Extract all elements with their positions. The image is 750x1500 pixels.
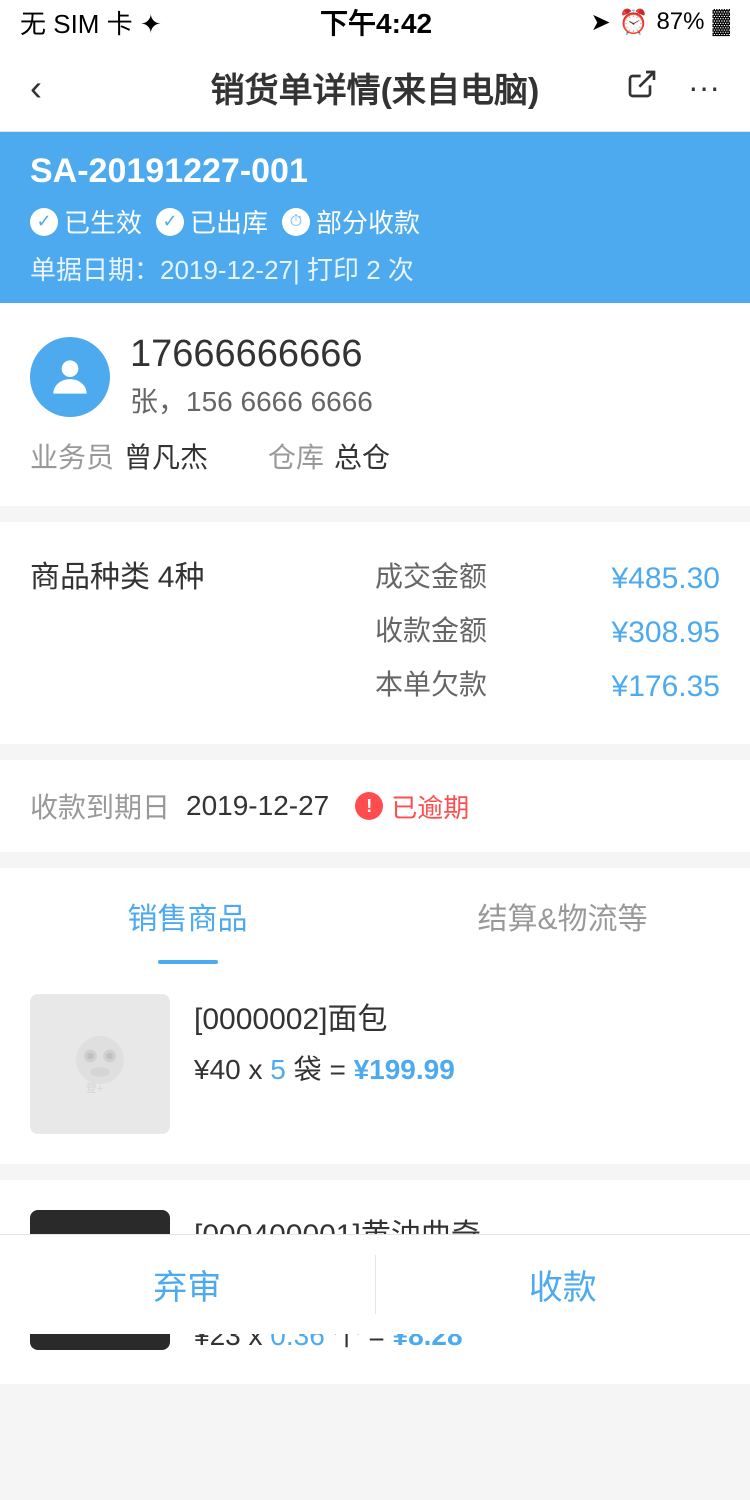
due-section: 收款到期日 2019-12-27 ! 已逾期 (0, 760, 750, 852)
product-qty-1: 5 (270, 1054, 286, 1085)
salesman-item: 业务员 曾凡杰 (30, 436, 208, 476)
header-bar: SA-20191227-001 ✓ 已生效 ✓ 已出库 ⏱ 部分收款 单据日期：… (0, 132, 750, 303)
salesman-label: 业务员 (30, 436, 114, 476)
header-badges: ✓ 已生效 ✓ 已出库 ⏱ 部分收款 (30, 203, 720, 240)
badge-partial-payment: ⏱ 部分收款 (282, 203, 420, 240)
product-unit-price-1: ¥40 (194, 1054, 241, 1085)
header-date: 单据日期：2019-12-27| 打印 2 次 (30, 250, 720, 287)
overdue-icon: ! (355, 792, 383, 820)
customer-row: 17666666666 张，156 6666 6666 (30, 333, 720, 420)
received-item: 收款金额 ¥308.95 (375, 606, 720, 660)
cancel-button[interactable]: 弃审 (0, 1235, 375, 1334)
badge-delivered: ✓ 已出库 (156, 203, 268, 240)
battery-icon: ▓ (713, 8, 731, 36)
page-title: 销货单详情(来自电脑) (211, 63, 540, 112)
status-bar-time: 下午4:42 (320, 2, 432, 42)
customer-meta: 业务员 曾凡杰 仓库 总仓 (30, 436, 720, 476)
warehouse-label: 仓库 (268, 436, 324, 476)
alarm-icon: ⏰ (619, 8, 649, 37)
product-thumb-1: 登+ (30, 994, 170, 1134)
more-icon[interactable]: ··· (688, 69, 720, 106)
list-item: 登+ [0000002]面包 ¥40 x 5 袋 = ¥199.99 (0, 964, 750, 1164)
nav-bar: ‹ 销货单详情(来自电脑) ··· (0, 44, 750, 132)
stats-left: 商品种类 4种 (30, 552, 375, 596)
owed-item: 本单欠款 ¥176.35 (375, 660, 720, 714)
received-label: 收款金额 (375, 606, 487, 660)
overdue-badge: ! 已逾期 (355, 788, 469, 825)
battery-level: 87% (656, 8, 704, 36)
tab-sales-products[interactable]: 销售商品 (0, 868, 375, 964)
owed-value: ¥176.35 (612, 660, 720, 714)
customer-id: 17666666666 (130, 333, 373, 376)
received-value: ¥308.95 (612, 606, 720, 660)
tabs: 销售商品 结算&物流等 (0, 868, 750, 964)
check-icon-1: ✓ (30, 208, 58, 236)
avatar (30, 337, 110, 417)
customer-name-phone: 张，156 6666 6666 (130, 380, 373, 420)
salesman-value: 曾凡杰 (124, 436, 208, 476)
back-button[interactable]: ‹ (30, 67, 90, 109)
due-date: 2019-12-27 (186, 790, 329, 822)
customer-info: 17666666666 张，156 6666 6666 (130, 333, 373, 420)
check-icon-2: ✓ (156, 208, 184, 236)
overdue-text: 已逾期 (391, 788, 469, 825)
owed-label: 本单欠款 (375, 660, 487, 714)
status-bar-right: ➤ ⏰ 87% ▓ (590, 8, 730, 37)
status-bar: 无 SIM 卡 ✦ 下午4:42 ➤ ⏰ 87% ▓ (0, 0, 750, 44)
order-id: SA-20191227-001 (30, 152, 720, 191)
product-info-1: [0000002]面包 ¥40 x 5 袋 = ¥199.99 (194, 994, 720, 1088)
location-icon: ➤ (590, 8, 610, 37)
product-name-1: [0000002]面包 (194, 994, 720, 1038)
due-label: 收款到期日 (30, 786, 170, 826)
bottom-bar: 弃审 收款 (0, 1234, 750, 1334)
nav-actions: ··· (626, 68, 720, 108)
stats-right: 成交金额 ¥485.30 收款金额 ¥308.95 本单欠款 ¥176.35 (375, 552, 720, 714)
warehouse-value: 总仓 (334, 436, 390, 476)
product-total-1: ¥199.99 (354, 1054, 455, 1085)
transaction-label: 成交金额 (375, 552, 487, 606)
warehouse-item: 仓库 总仓 (268, 436, 390, 476)
confirm-button[interactable]: 收款 (376, 1235, 750, 1334)
badge-effective: ✓ 已生效 (30, 203, 142, 240)
svg-text:登+: 登+ (86, 1081, 104, 1095)
product-count: 商品种类 4种 (30, 552, 375, 596)
status-bar-left: 无 SIM 卡 ✦ (20, 4, 162, 41)
share-icon[interactable] (626, 68, 658, 108)
product-price-row-1: ¥40 x 5 袋 = ¥199.99 (194, 1048, 720, 1088)
clock-icon: ⏱ (282, 208, 310, 236)
transaction-value: ¥485.30 (612, 552, 720, 606)
customer-section: 17666666666 张，156 6666 6666 业务员 曾凡杰 仓库 总… (0, 303, 750, 506)
tab-settlement-logistics[interactable]: 结算&物流等 (375, 868, 750, 964)
stats-section: 商品种类 4种 成交金额 ¥485.30 收款金额 ¥308.95 本单欠款 ¥… (0, 522, 750, 744)
transaction-item: 成交金额 ¥485.30 (375, 552, 720, 606)
